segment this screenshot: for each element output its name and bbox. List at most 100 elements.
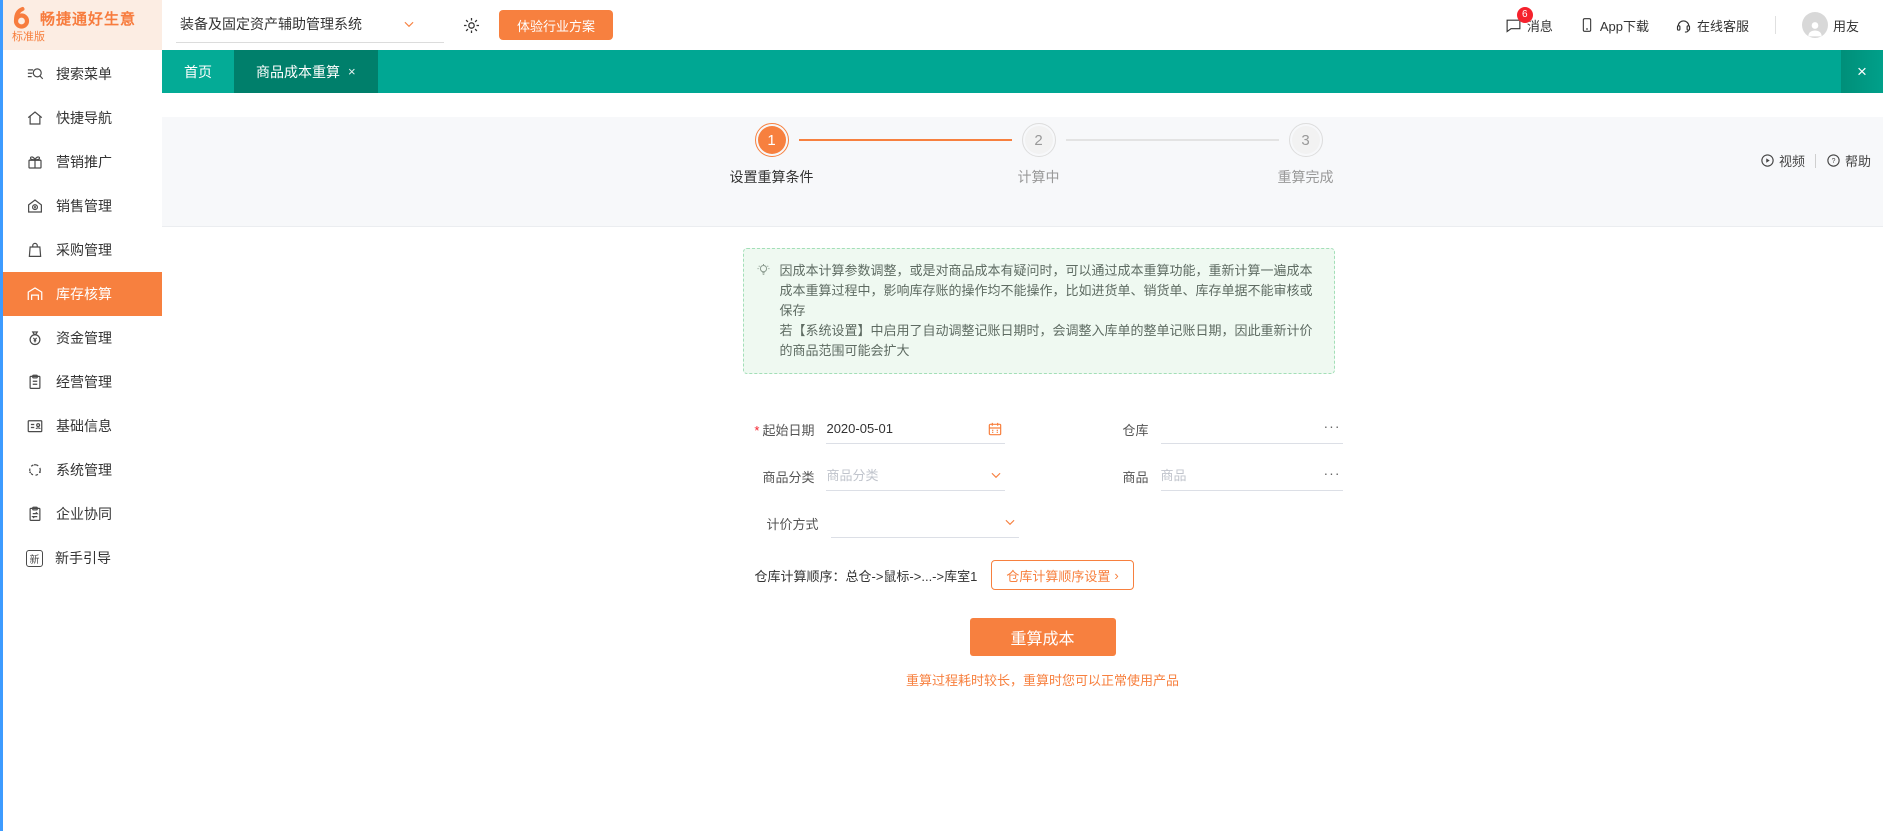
new-guide-icon: 新 <box>26 549 43 567</box>
form-row-1: *起始日期 仓库 <box>743 414 1343 444</box>
tab-cost-recalc[interactable]: 商品成本重算 × <box>234 50 378 93</box>
brand-edition: 标准版 <box>12 31 45 43</box>
help-link[interactable]: ? 帮助 <box>1826 151 1871 170</box>
step-3-label: 重算完成 <box>1277 169 1334 185</box>
form-row-2: 商品分类 商品分类 商品 商品 ··· <box>743 461 1343 491</box>
tab-close-icon[interactable]: × <box>348 64 356 79</box>
step-connector-2 <box>1065 139 1279 141</box>
page-content: 1 2 3 设置重算条件 计算中 重算完成 视频 ? 帮助 因成本计算参数调整，… <box>162 93 1883 831</box>
sidebar-item-collaboration[interactable]: 企业协同 <box>0 492 162 536</box>
help-label: 帮助 <box>1844 154 1871 169</box>
sidebar: 畅捷通好生意 标准版 搜索菜单 快捷导航 营销推广 销售管理 采购管理 库存核算… <box>0 0 162 831</box>
sidebar-item-label: 营销推广 <box>56 154 112 170</box>
pricing-select[interactable] <box>830 515 1019 530</box>
money-bag-icon <box>26 329 44 347</box>
sidebar-item-marketing[interactable]: 营销推广 <box>0 140 162 184</box>
arrow-right-icon: › <box>1114 567 1119 583</box>
dashed-circle-icon <box>26 461 44 479</box>
start-date-input[interactable] <box>826 421 1005 436</box>
step-1-circle: 1 <box>754 123 789 157</box>
tab-cost-recalc-label: 商品成本重算 <box>256 63 340 80</box>
step-1-number: 1 <box>757 126 786 154</box>
online-service-label: 在线客服 <box>1696 18 1749 34</box>
home-icon <box>26 109 44 127</box>
strip-links-divider <box>1814 153 1816 168</box>
app-window: 畅捷通好生意 标准版 搜索菜单 快捷导航 营销推广 销售管理 采购管理 库存核算… <box>0 0 1883 831</box>
video-label: 视频 <box>1778 154 1805 169</box>
notice-text: 因成本计算参数调整，或是对商品成本有疑问时，可以通过成本重算功能，重新计算一遍成… <box>780 261 1318 361</box>
step-3-circle: 3 <box>1288 123 1323 157</box>
topbar-right: 消息 6 App下载 在线客服 用友 <box>1505 0 1859 50</box>
sidebar-item-label: 销售管理 <box>56 198 112 214</box>
step-3-number: 3 <box>1291 126 1320 154</box>
brand-logo-icon <box>10 6 34 30</box>
start-date-field <box>826 414 1005 444</box>
category-select[interactable] <box>826 468 1005 483</box>
step-2-circle: 2 <box>1021 123 1056 157</box>
phone-icon <box>1579 17 1595 33</box>
chevron-down-icon[interactable] <box>989 468 1003 482</box>
pricing-field <box>830 508 1019 538</box>
logo-block: 畅捷通好生意 标准版 <box>0 0 162 50</box>
question-circle-icon: ? <box>1826 153 1841 168</box>
warehouse-input[interactable] <box>1160 421 1343 436</box>
brand-title: 畅捷通好生意 <box>40 10 137 28</box>
required-asterisk: * <box>754 422 760 438</box>
collab-clipboard-icon <box>26 505 44 523</box>
recalc-form: *起始日期 仓库 <box>743 414 1343 689</box>
notice-line-1: 因成本计算参数调整，或是对商品成本有疑问时，可以通过成本重算功能，重新计算一遍成… <box>779 263 1313 278</box>
start-date-label: * 起始日期 <box>754 422 815 438</box>
recalculate-cost-button[interactable]: 重算成本 <box>969 618 1116 656</box>
user-account[interactable]: 用友 <box>1801 12 1859 38</box>
warehouse-more-icon[interactable]: ··· <box>1324 418 1341 434</box>
form-row-3: 计价方式 <box>743 508 1343 538</box>
sidebar-item-purchase[interactable]: 采购管理 <box>0 228 162 272</box>
recalc-note: 重算过程耗时较长，重算时您可以正常使用产品 <box>905 673 1179 688</box>
username: 用友 <box>1832 18 1859 34</box>
sidebar-item-inventory[interactable]: 库存核算 <box>0 272 162 316</box>
tab-home[interactable]: 首页 <box>162 50 234 93</box>
product-input[interactable] <box>1160 468 1343 483</box>
sidebar-item-sales[interactable]: 销售管理 <box>0 184 162 228</box>
sidebar-item-label: 采购管理 <box>56 242 112 258</box>
header-divider <box>1774 16 1776 34</box>
sidebar-item-label: 快捷导航 <box>56 110 112 126</box>
sidebar-item-guide[interactable]: 新 新手引导 <box>0 536 162 580</box>
warehouse-field: ··· <box>1160 414 1343 444</box>
system-selector-value: 装备及固定资产辅助管理系统 <box>180 15 362 32</box>
sidebar-item-label: 库存核算 <box>56 286 112 302</box>
sidebar-item-quick-nav[interactable]: 快捷导航 <box>0 96 162 140</box>
sidebar-item-label: 新手引导 <box>55 550 111 566</box>
sidebar-item-label: 搜索菜单 <box>56 66 112 82</box>
sidebar-item-operations[interactable]: 经营管理 <box>0 360 162 404</box>
notice-line-3: 若【系统设置】中启用了自动调整记账日期时，会调整入库单的整单记账日期，因此重新计… <box>779 323 1313 358</box>
system-selector[interactable]: 装备及固定资产辅助管理系统 <box>176 8 444 43</box>
id-card-icon <box>26 417 44 435</box>
messages-link[interactable]: 消息 6 <box>1505 6 1553 35</box>
category-label: 商品分类 <box>762 469 815 485</box>
step-2-label: 计算中 <box>1017 169 1060 185</box>
sidebar-item-basic-info[interactable]: 基础信息 <box>0 404 162 448</box>
warehouse-order-settings-button[interactable]: 仓库计算顺序设置 › <box>991 560 1134 590</box>
tabbar-close-all-icon[interactable]: × <box>1841 50 1883 93</box>
gift-icon <box>26 153 44 171</box>
product-field: ··· <box>1160 461 1343 491</box>
product-more-icon[interactable]: ··· <box>1324 465 1341 481</box>
calendar-icon[interactable] <box>987 421 1003 437</box>
chevron-down-icon[interactable] <box>1003 515 1017 529</box>
gear-icon[interactable] <box>462 16 481 35</box>
app-download-link[interactable]: App下载 <box>1579 16 1649 35</box>
video-play-icon <box>1760 153 1775 168</box>
sidebar-item-system[interactable]: 系统管理 <box>0 448 162 492</box>
sidebar-item-search-menu[interactable]: 搜索菜单 <box>0 52 162 96</box>
sidebar-item-funds[interactable]: 资金管理 <box>0 316 162 360</box>
notice-box: 因成本计算参数调整，或是对商品成本有疑问时，可以通过成本重算功能，重新计算一遍成… <box>742 248 1335 374</box>
online-service-link[interactable]: 在线客服 <box>1675 16 1749 35</box>
try-industry-plan-button[interactable]: 体验行业方案 <box>499 10 614 40</box>
video-link[interactable]: 视频 <box>1760 151 1805 170</box>
svg-text:?: ? <box>1832 158 1836 165</box>
sidebar-item-label: 系统管理 <box>56 462 112 478</box>
clipboard-icon <box>26 373 44 391</box>
sidebar-menu: 搜索菜单 快捷导航 营销推广 销售管理 采购管理 库存核算 资金管理 经营管理 … <box>0 50 162 580</box>
lightbulb-icon <box>756 261 772 361</box>
